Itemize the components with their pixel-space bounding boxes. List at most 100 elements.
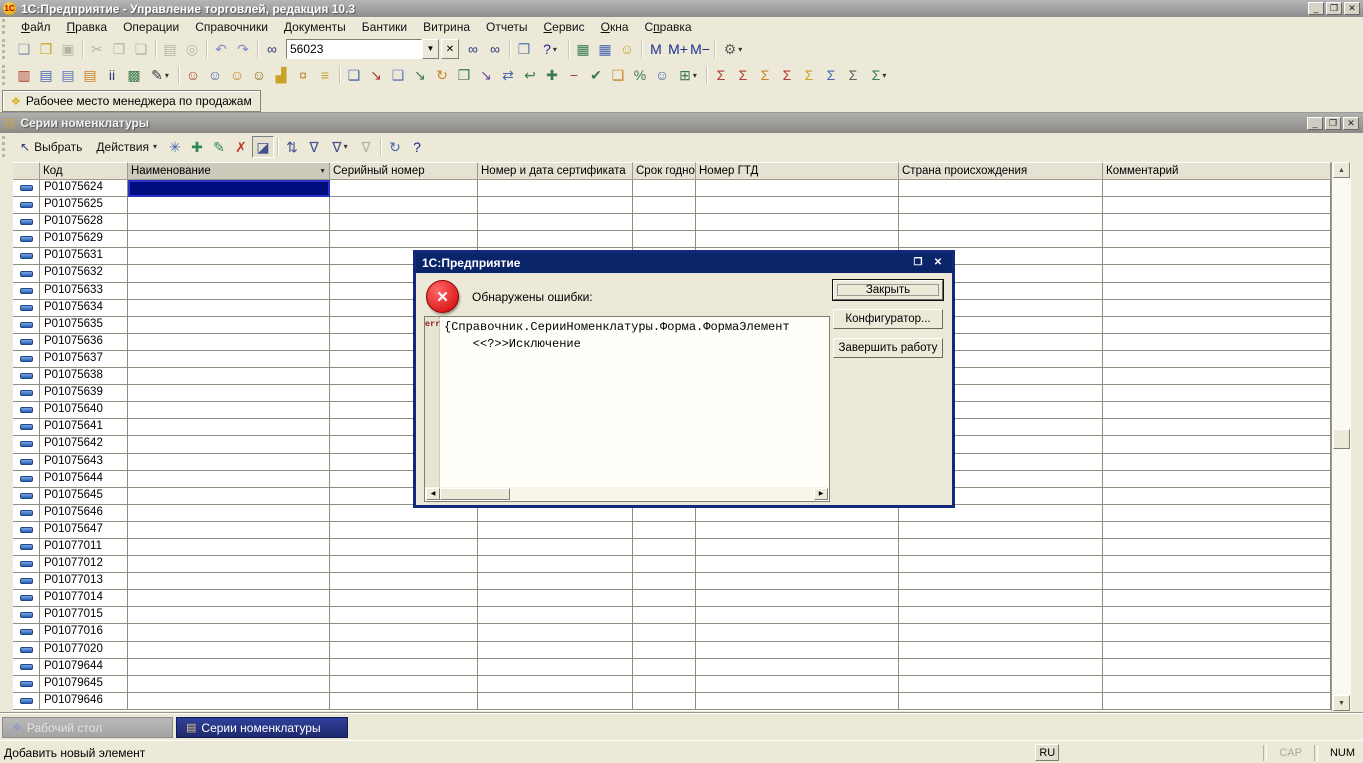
cell-gtd[interactable] <box>696 231 899 249</box>
cell-code[interactable]: P01075628 <box>40 214 128 232</box>
cell-comment[interactable] <box>1103 299 1331 317</box>
error-text-area[interactable]: err {Справочник.СерииНоменклатуры.Форма.… <box>424 316 830 502</box>
cell-gtd[interactable] <box>696 180 899 198</box>
scroll-right-icon[interactable]: ▶ <box>814 487 828 500</box>
redo-icon[interactable]: ↷ <box>232 38 254 60</box>
report-orders-icon[interactable]: Σ <box>798 64 820 86</box>
export-red-icon[interactable]: ↘ <box>365 64 387 86</box>
clear-filter-icon[interactable]: ∇ <box>355 136 377 158</box>
cell-name[interactable] <box>128 419 330 437</box>
approve-doc-icon[interactable]: ✔ <box>585 64 607 86</box>
cell-country[interactable] <box>899 214 1103 232</box>
menu-documents[interactable]: Документы <box>276 18 354 36</box>
cell-expiry[interactable] <box>633 197 696 215</box>
cell-country[interactable] <box>899 658 1103 676</box>
cell-country[interactable] <box>899 573 1103 591</box>
configurator-button[interactable]: Конфигуратор... <box>833 309 943 329</box>
export-green-icon[interactable]: ↘ <box>409 64 431 86</box>
cell-comment[interactable] <box>1103 265 1331 283</box>
clear-search-button[interactable]: ✕ <box>441 39 459 59</box>
cell-serial[interactable] <box>330 521 478 539</box>
cell-name[interactable] <box>128 487 330 505</box>
menu-vitrina[interactable]: Витрина <box>415 18 478 36</box>
cell-certificate[interactable] <box>478 231 633 249</box>
column-name[interactable]: Наименование ▼ <box>128 162 330 180</box>
report-debt-icon[interactable]: Σ <box>820 64 842 86</box>
cell-code[interactable]: P01075646 <box>40 504 128 522</box>
calculator-icon[interactable]: ▦ <box>572 38 594 60</box>
cell-country[interactable] <box>899 590 1103 608</box>
cell-comment[interactable] <box>1103 419 1331 437</box>
money-check-icon[interactable]: ▩ <box>123 64 145 86</box>
task-tab-desktop[interactable]: ❖ Рабочий стол <box>2 717 173 738</box>
cell-expiry[interactable] <box>633 692 696 710</box>
cell-comment[interactable] <box>1103 504 1331 522</box>
cell-code[interactable]: P01075633 <box>40 282 128 300</box>
cell-serial[interactable] <box>330 573 478 591</box>
cell-gtd[interactable] <box>696 590 899 608</box>
cash-drawer-icon[interactable]: ▥ <box>13 64 35 86</box>
cell-comment[interactable] <box>1103 316 1331 334</box>
refresh-icon[interactable]: ↻ <box>384 136 406 158</box>
cell-expiry[interactable] <box>633 658 696 676</box>
cell-code[interactable]: P01075634 <box>40 299 128 317</box>
cell-code[interactable]: P01077020 <box>40 641 128 659</box>
delete-mark-icon[interactable]: ✗ <box>230 136 252 158</box>
restore-button[interactable]: ❐ <box>1326 2 1342 15</box>
cart-coin-icon[interactable]: ¤ <box>292 64 314 86</box>
child-minimize-button[interactable]: _ <box>1307 116 1323 130</box>
print-document-icon[interactable]: ▤ <box>57 64 79 86</box>
table-row[interactable]: P01077012 <box>13 556 1332 574</box>
cell-expiry[interactable] <box>633 607 696 625</box>
cell-serial[interactable] <box>330 231 478 249</box>
cell-gtd[interactable] <box>696 556 899 574</box>
cell-comment[interactable] <box>1103 538 1331 557</box>
paste-icon[interactable]: ❏ <box>130 38 152 60</box>
cell-comment[interactable] <box>1103 556 1331 574</box>
cell-name[interactable] <box>128 641 330 659</box>
cell-comment[interactable] <box>1103 658 1331 676</box>
report-lines-icon[interactable]: Σ <box>842 64 864 86</box>
column-serial[interactable]: Серийный номер <box>330 162 478 180</box>
report-clients-icon[interactable]: Σ <box>732 64 754 86</box>
cell-comment[interactable] <box>1103 470 1331 488</box>
print-check-icon[interactable]: ▤ <box>35 64 57 86</box>
cell-code[interactable]: P01079646 <box>40 692 128 710</box>
filter-settings-icon[interactable]: ∇ <box>325 136 355 158</box>
cell-name[interactable] <box>128 658 330 676</box>
cell-certificate[interactable] <box>478 214 633 232</box>
cell-name[interactable] <box>128 385 330 403</box>
new-document-icon[interactable]: ❑ <box>13 38 35 60</box>
toolbar-grip[interactable] <box>2 18 10 35</box>
print-icon[interactable]: ▤ <box>159 38 181 60</box>
combo-dropdown-icon[interactable]: ▼ <box>422 39 439 59</box>
cell-comment[interactable] <box>1103 521 1331 539</box>
user-doc-icon[interactable]: ☺ <box>651 64 673 86</box>
cell-gtd[interactable] <box>696 692 899 710</box>
cell-certificate[interactable] <box>478 607 633 625</box>
cell-name[interactable] <box>128 590 330 608</box>
cell-comment[interactable] <box>1103 214 1331 232</box>
cell-name[interactable] <box>128 282 330 300</box>
cell-name[interactable] <box>128 197 330 215</box>
doc-folder-icon[interactable]: ❒ <box>453 64 475 86</box>
cell-comment[interactable] <box>1103 197 1331 215</box>
print-preview-icon[interactable]: ◎ <box>181 38 203 60</box>
table-row[interactable]: P01075647 <box>13 521 1332 539</box>
cell-gtd[interactable] <box>696 675 899 693</box>
cell-gtd[interactable] <box>696 214 899 232</box>
calc-m-icon[interactable]: M <box>645 38 667 60</box>
menu-reports[interactable]: Отчеты <box>478 18 535 36</box>
cell-name[interactable] <box>128 214 330 232</box>
cell-name[interactable] <box>128 573 330 591</box>
cell-code[interactable]: P01075637 <box>40 350 128 369</box>
cell-serial[interactable] <box>330 214 478 232</box>
cell-comment[interactable] <box>1103 607 1331 625</box>
add-coins-icon[interactable]: ✚ <box>541 64 563 86</box>
calc-m-plus-icon[interactable]: M+ <box>667 38 689 60</box>
windows-list-icon[interactable]: ❐ <box>513 38 535 60</box>
open-icon[interactable]: ❒ <box>35 38 57 60</box>
help-1c-icon[interactable]: ? <box>535 38 565 60</box>
cell-name[interactable] <box>128 368 330 386</box>
calendar-icon[interactable]: ▦ <box>594 38 616 60</box>
